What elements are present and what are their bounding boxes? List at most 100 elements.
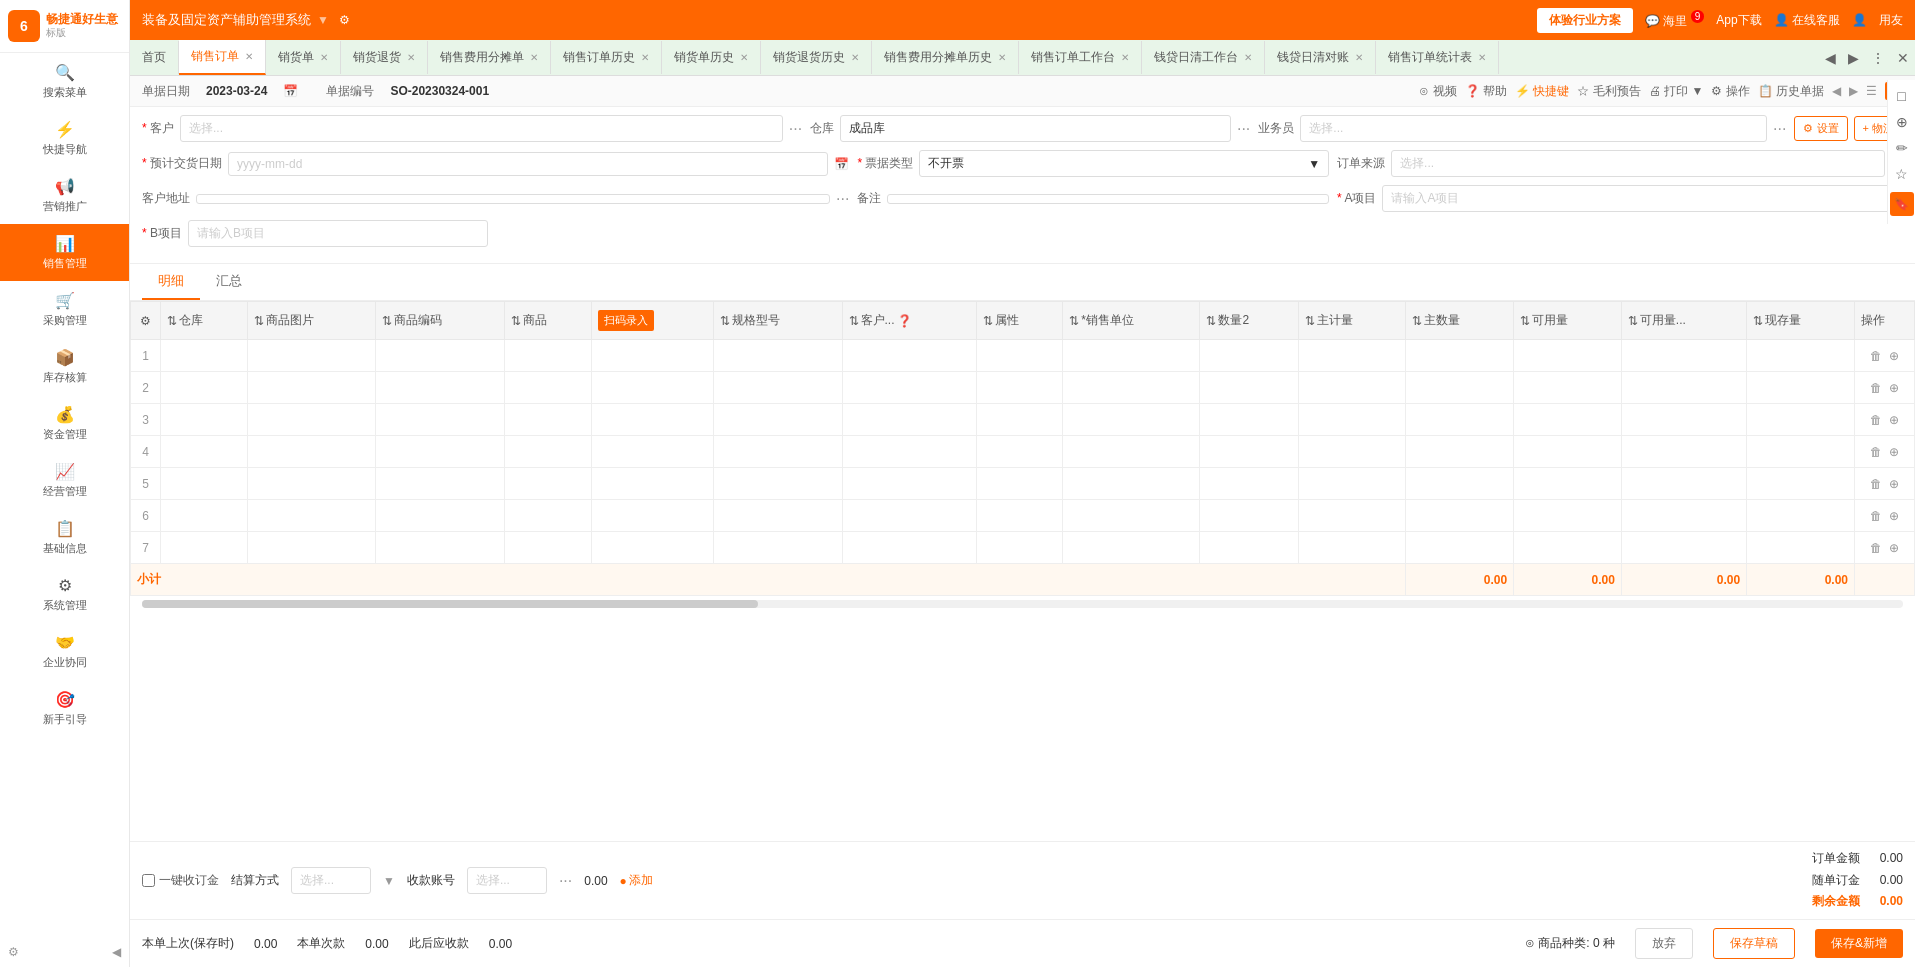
cell-unit-3[interactable]: [1063, 436, 1200, 468]
cell-main-unit-5[interactable]: [1298, 500, 1406, 532]
cell-code-4[interactable]: [376, 468, 505, 500]
tab-close-3[interactable]: ✕: [407, 52, 415, 63]
sidebar-item-5[interactable]: 📦库存核算: [0, 338, 129, 395]
receipt-input[interactable]: 选择...: [467, 867, 547, 894]
cell-qty2-5[interactable]: [1200, 500, 1298, 532]
cell-attr-1[interactable]: [976, 372, 1063, 404]
sidebar-item-10[interactable]: 🤝企业协同: [0, 623, 129, 680]
cell-image-2[interactable]: [247, 404, 376, 436]
tab-next-icon[interactable]: ▶: [1842, 50, 1865, 66]
cell-warehouse-6[interactable]: [161, 532, 248, 564]
cell-warehouse-0[interactable]: [161, 340, 248, 372]
th-settings[interactable]: ⚙: [131, 302, 161, 340]
remark-input[interactable]: [887, 194, 1329, 204]
save-draft-button[interactable]: 保存草稿: [1713, 928, 1795, 959]
row-copy-icon-5[interactable]: ⊕: [1889, 509, 1899, 523]
cell-unit-5[interactable]: [1063, 500, 1200, 532]
print-link[interactable]: 🖨 打印 ▼: [1649, 83, 1704, 100]
cell-customer-code-4[interactable]: [842, 468, 976, 500]
th-main-qty[interactable]: ⇅ 主数量: [1406, 302, 1514, 340]
cell-stock-1[interactable]: [1747, 372, 1855, 404]
cell-spec-5[interactable]: [713, 500, 842, 532]
receipt-more-icon[interactable]: ···: [559, 872, 572, 890]
cell-main-qty-0[interactable]: [1406, 340, 1514, 372]
sidebar-item-4[interactable]: 🛒采购管理: [0, 281, 129, 338]
cell-scan-1[interactable]: [591, 372, 713, 404]
cell-stock-3[interactable]: [1747, 436, 1855, 468]
cell-spec-4[interactable]: [713, 468, 842, 500]
cell-avail-5[interactable]: [1514, 500, 1622, 532]
topbar-gear-icon[interactable]: ⚙: [339, 13, 350, 27]
try-solution-button[interactable]: 体验行业方案: [1537, 8, 1633, 33]
row-delete-icon-6[interactable]: 🗑: [1870, 541, 1882, 555]
tab-close-all-icon[interactable]: ✕: [1891, 50, 1915, 66]
history-link[interactable]: 📋 历史单据: [1758, 83, 1824, 100]
cell-spec-1[interactable]: [713, 372, 842, 404]
sidebar-item-8[interactable]: 📋基础信息: [0, 509, 129, 566]
th-product[interactable]: ⇅ 商品: [505, 302, 592, 340]
row-copy-icon-4[interactable]: ⊕: [1889, 477, 1899, 491]
cell-attr-0[interactable]: [976, 340, 1063, 372]
cell-customer-code-3[interactable]: [842, 436, 976, 468]
cell-stock-2[interactable]: [1747, 404, 1855, 436]
cell-avail2-3[interactable]: [1621, 436, 1746, 468]
cell-unit-1[interactable]: [1063, 372, 1200, 404]
tab-close-10[interactable]: ✕: [1244, 52, 1252, 63]
cell-customer-code-5[interactable]: [842, 500, 976, 532]
project-b-input[interactable]: 请输入B项目: [188, 220, 488, 247]
row-delete-icon-5[interactable]: 🗑: [1870, 509, 1882, 523]
cell-warehouse-2[interactable]: [161, 404, 248, 436]
cell-unit-4[interactable]: [1063, 468, 1200, 500]
topbar-dropdown-icon[interactable]: ▼: [317, 13, 329, 27]
tab-5[interactable]: 销售订单历史✕: [551, 41, 662, 74]
cell-image-5[interactable]: [247, 500, 376, 532]
cell-customer-code-6[interactable]: [842, 532, 976, 564]
list-view-icon[interactable]: ☰: [1866, 84, 1877, 98]
th-unit[interactable]: ⇅ *销售单位: [1063, 302, 1200, 340]
tab-9[interactable]: 销售订单工作台✕: [1019, 41, 1142, 74]
cell-unit-0[interactable]: [1063, 340, 1200, 372]
cell-main-unit-1[interactable]: [1298, 372, 1406, 404]
one-click-label[interactable]: 一键收订金: [142, 872, 219, 889]
cell-product-5[interactable]: [505, 500, 592, 532]
cell-unit-6[interactable]: [1063, 532, 1200, 564]
salesperson-input[interactable]: 选择...: [1300, 115, 1767, 142]
cell-customer-code-1[interactable]: [842, 372, 976, 404]
row-copy-icon-2[interactable]: ⊕: [1889, 413, 1899, 427]
cell-main-unit-0[interactable]: [1298, 340, 1406, 372]
th-avail[interactable]: ⇅ 可用量: [1514, 302, 1622, 340]
cell-avail2-0[interactable]: [1621, 340, 1746, 372]
delivery-calendar-icon[interactable]: 📅: [834, 157, 849, 171]
toolbar-prev-icon[interactable]: ◀: [1832, 84, 1841, 98]
horizontal-scrollbar[interactable]: [142, 600, 1903, 608]
customer-more-icon[interactable]: ···: [789, 120, 802, 138]
tab-10[interactable]: 钱贷日清工作台✕: [1142, 41, 1265, 74]
tab-11[interactable]: 钱贷日清对账✕: [1265, 41, 1376, 74]
sidebar-item-2[interactable]: 📢营销推广: [0, 167, 129, 224]
cell-avail2-4[interactable]: [1621, 468, 1746, 500]
scan-button[interactable]: 扫码录入: [598, 310, 654, 331]
address-input[interactable]: [196, 194, 830, 204]
cell-scan-5[interactable]: [591, 500, 713, 532]
th-main-unit[interactable]: ⇅ 主计量: [1298, 302, 1406, 340]
cell-code-5[interactable]: [376, 500, 505, 532]
th-warehouse[interactable]: ⇅ 仓库: [161, 302, 248, 340]
sidebar-item-0[interactable]: 🔍搜索菜单: [0, 53, 129, 110]
cell-qty2-3[interactable]: [1200, 436, 1298, 468]
app-download-link[interactable]: App下载: [1716, 12, 1761, 29]
cell-stock-6[interactable]: [1747, 532, 1855, 564]
cell-code-2[interactable]: [376, 404, 505, 436]
cell-main-unit-3[interactable]: [1298, 436, 1406, 468]
collapse-icon[interactable]: ◀: [112, 945, 121, 959]
cell-spec-0[interactable]: [713, 340, 842, 372]
tab-4[interactable]: 销售费用分摊单✕: [428, 41, 551, 74]
cell-image-3[interactable]: [247, 436, 376, 468]
tab-8[interactable]: 销售费用分摊单历史✕: [872, 41, 1019, 74]
cell-product-6[interactable]: [505, 532, 592, 564]
operation-link[interactable]: ⚙ 操作: [1711, 83, 1749, 100]
cell-qty2-1[interactable]: [1200, 372, 1298, 404]
sidebar-item-3[interactable]: 📊销售管理: [0, 224, 129, 281]
delivery-date-input[interactable]: yyyy-mm-dd: [228, 152, 828, 176]
rp-icon-3[interactable]: ✏: [1896, 140, 1908, 156]
tab-summary[interactable]: 汇总: [200, 264, 258, 300]
